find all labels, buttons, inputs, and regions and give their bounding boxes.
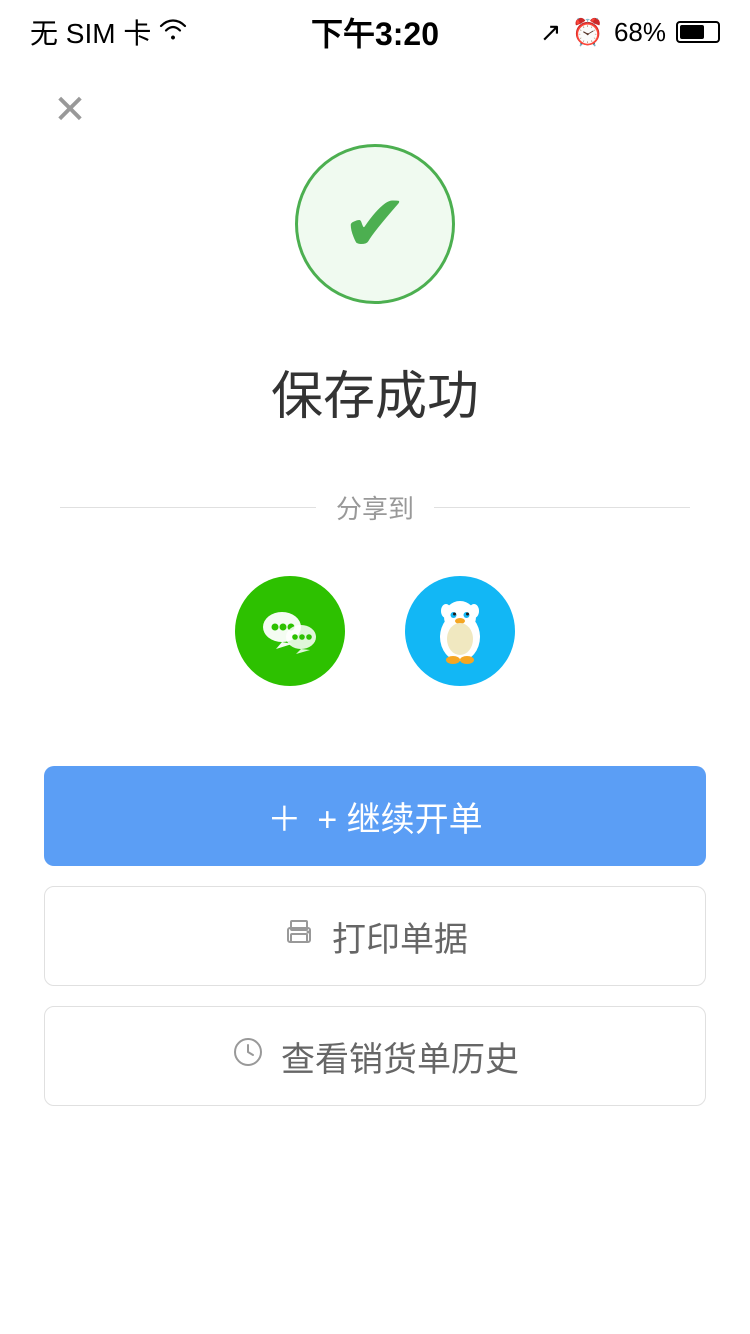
plus-icon: ＋ [267,792,301,841]
history-icon [231,1035,265,1078]
share-qq-button[interactable] [405,576,515,686]
status-time: 下午3:20 [311,9,439,55]
continue-button[interactable]: ＋ + 继续开单 [44,766,706,866]
wechat-icon [256,597,324,665]
success-circle: ✔ [295,144,455,304]
print-label: 打印单据 [332,912,468,961]
close-icon: ✕ [53,87,87,133]
share-wechat-button[interactable] [235,576,345,686]
wifi-icon [159,16,187,48]
battery-icon [676,21,720,43]
status-left: 无 SIM 卡 [30,12,187,52]
divider-right [434,507,690,508]
success-title: 保存成功 [271,354,479,429]
location-icon: ↗ [540,17,562,48]
status-bar: 无 SIM 卡 下午3:20 ↗ ⏰ 68% [0,0,750,64]
status-right: ↗ ⏰ 68% [540,17,720,48]
print-button[interactable]: 打印单据 [44,886,706,986]
print-icon [282,915,316,958]
battery-percent: 68% [614,17,666,48]
alarm-icon: ⏰ [572,17,604,48]
history-button[interactable]: 查看销货单历史 [44,1006,706,1106]
share-icons [235,576,515,686]
main-content: ✔ 保存成功 分享到 [0,64,750,1106]
share-divider: 分享到 [0,489,750,526]
action-buttons: ＋ + 继续开单 打印单据 查看销货单历 [0,766,750,1106]
divider-left [60,507,316,508]
sim-status: 无 SIM 卡 [30,12,151,52]
history-label: 查看销货单历史 [281,1032,519,1081]
checkmark-icon: ✔ [341,184,408,264]
qq-icon [429,597,491,665]
close-button[interactable]: ✕ [40,80,100,140]
continue-label: + 继续开单 [317,792,482,841]
share-label: 分享到 [316,489,434,526]
